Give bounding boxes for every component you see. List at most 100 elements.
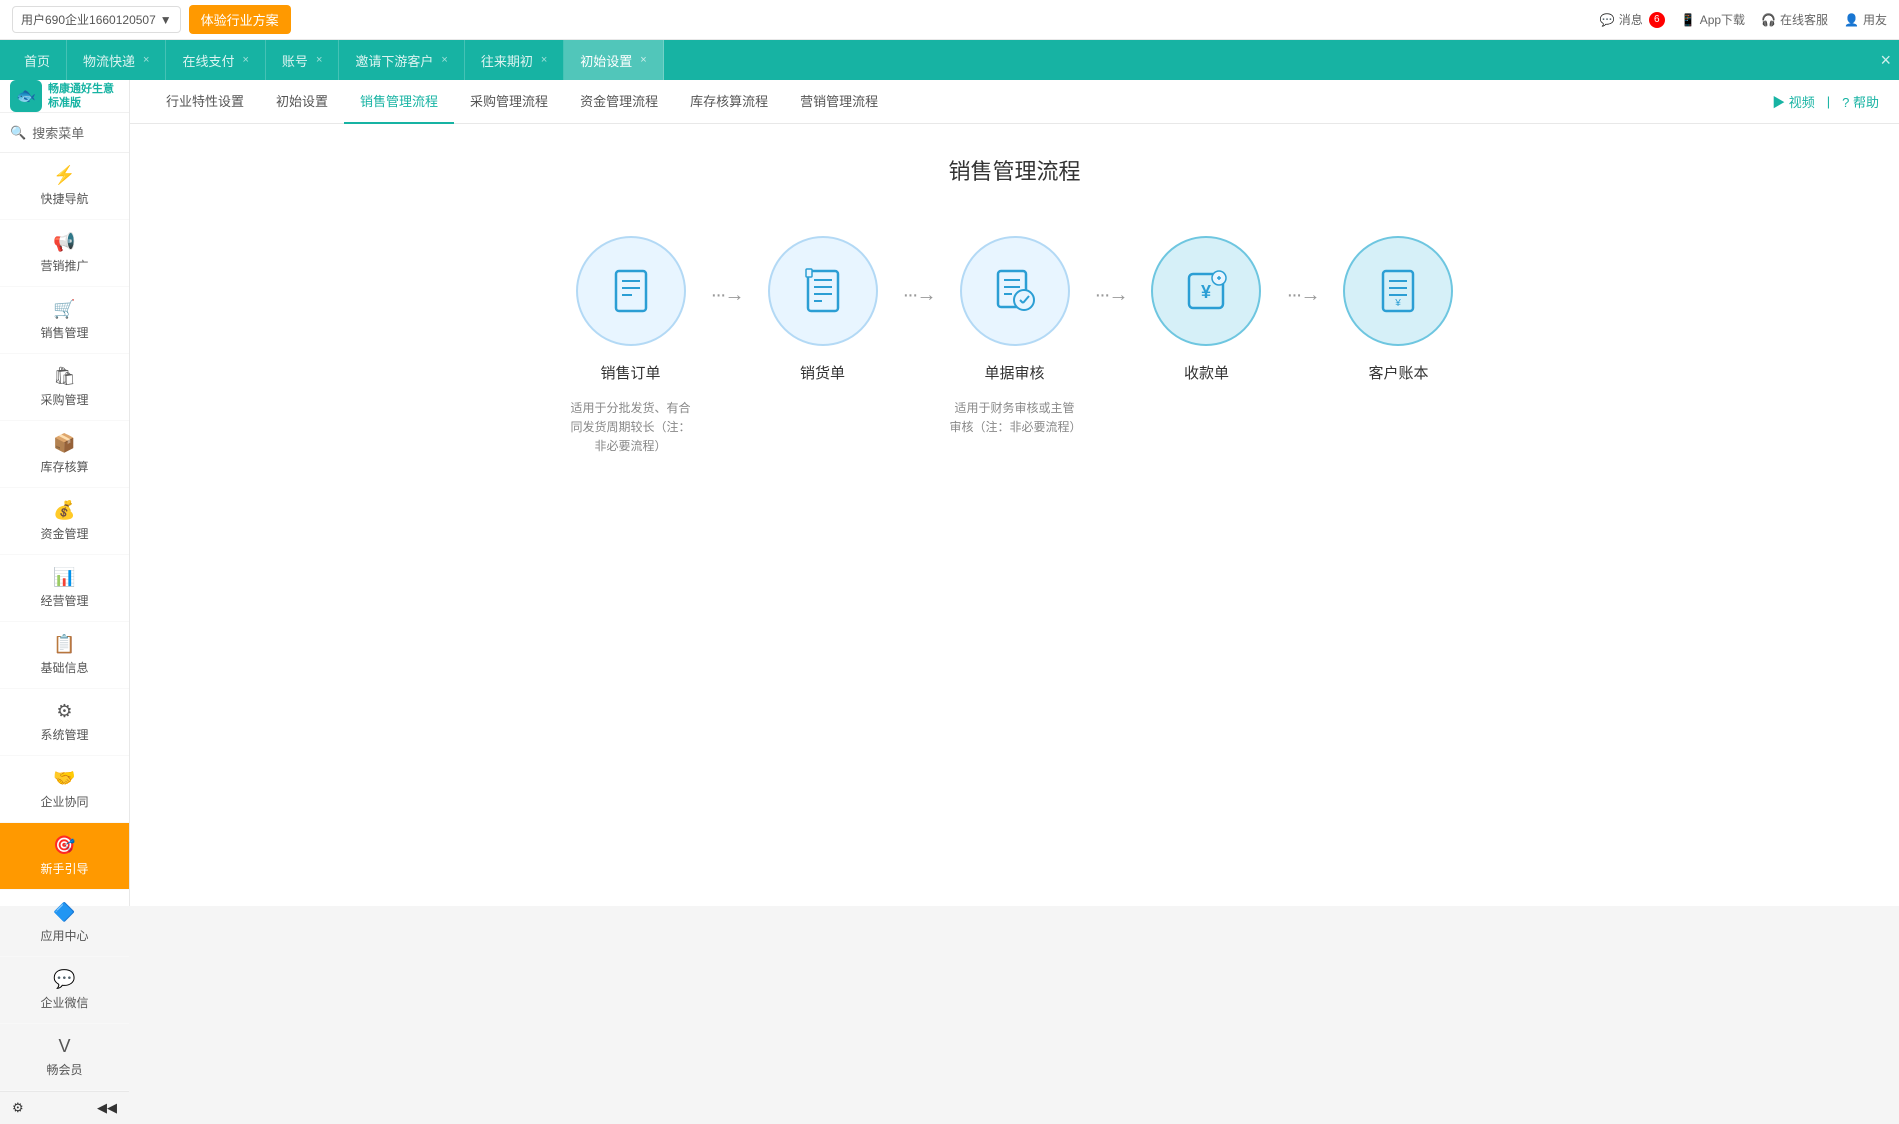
search-icon: 🔍 bbox=[10, 125, 26, 141]
sidebar-item-label: 新手引导 bbox=[40, 860, 88, 877]
subtab-sales-flow[interactable]: 销售管理流程 bbox=[344, 80, 454, 124]
subtab-sales-flow-label: 销售管理流程 bbox=[360, 91, 438, 110]
nav-tab-invite[interactable]: 邀请下游客户 × bbox=[339, 40, 464, 80]
user-avatar[interactable]: 👤 用友 bbox=[1844, 11, 1887, 28]
sidebar-item-sales[interactable]: 🛒 销售管理 bbox=[0, 287, 129, 354]
service-icon: 🎧 bbox=[1761, 13, 1776, 27]
sidebar-item-collab[interactable]: 🤝 企业协同 bbox=[0, 756, 129, 823]
video-link[interactable]: ▶ 视频 bbox=[1772, 92, 1815, 111]
sidebar-item-label: 库存核算 bbox=[40, 458, 88, 475]
flow-node-invoice: 销货单 bbox=[743, 236, 903, 399]
sub-tabs: 行业特性设置 初始设置 销售管理流程 采购管理流程 资金管理流程 库存核算流程 … bbox=[130, 80, 1899, 124]
subtab-inventory-flow-label: 库存核算流程 bbox=[690, 91, 768, 110]
flow-label-audit: 单据审核 bbox=[984, 362, 1044, 383]
sidebar-item-label: 经营管理 bbox=[40, 592, 88, 609]
system-icon: ⚙ bbox=[56, 701, 72, 722]
sidebar-item-label: 销售管理 bbox=[40, 324, 88, 341]
sidebar-item-wechat[interactable]: 💬 企业微信 bbox=[0, 957, 129, 1024]
sidebar-logo: 🐟 畅康通好生意 标准版 bbox=[0, 80, 129, 113]
subtab-finance-flow[interactable]: 资金管理流程 bbox=[564, 80, 674, 124]
nav-tab-home-label: 首页 bbox=[24, 51, 50, 70]
subtab-finance-flow-label: 资金管理流程 bbox=[580, 91, 658, 110]
close-icon[interactable]: × bbox=[316, 54, 322, 66]
sidebar-item-purchase[interactable]: 🛍 采购管理 bbox=[0, 354, 129, 421]
sidebar-item-marketing[interactable]: 📢 营销推广 bbox=[0, 220, 129, 287]
sidebar-item-label: 企业微信 bbox=[40, 994, 88, 1011]
help-link[interactable]: ? 帮助 bbox=[1842, 92, 1879, 111]
sidebar-item-appcenter[interactable]: 🔷 应用中心 bbox=[0, 890, 129, 957]
sidebar-item-label: 应用中心 bbox=[40, 927, 88, 944]
sidebar: 🐟 畅康通好生意 标准版 🔍 搜索菜单 ⚡ 快捷导航 📢 营销推广 🛒 销售管理… bbox=[0, 80, 130, 906]
sidebar-item-inventory[interactable]: 📦 库存核算 bbox=[0, 421, 129, 488]
top-bar-left: 用户690企业1660120507 ▼ 体验行业方案 bbox=[12, 5, 291, 34]
flow-arrow-4: ···→ bbox=[1286, 236, 1318, 307]
main-layout: 🐟 畅康通好生意 标准版 🔍 搜索菜单 ⚡ 快捷导航 📢 营销推广 🛒 销售管理… bbox=[0, 80, 1899, 906]
service-item[interactable]: 🎧 在线客服 bbox=[1761, 11, 1828, 28]
sidebar-item-label: 畅会员 bbox=[46, 1061, 82, 1078]
nav-tab-account-label: 账号 bbox=[282, 51, 308, 70]
message-badge: 6 bbox=[1649, 12, 1665, 28]
sidebar-item-member[interactable]: V 畅会员 bbox=[0, 1024, 129, 1091]
nav-tab-logistics[interactable]: 物流快递 × bbox=[67, 40, 166, 80]
nav-tab-home[interactable]: 首页 bbox=[8, 40, 67, 80]
app-download-item[interactable]: 📱 App下载 bbox=[1681, 11, 1745, 28]
close-all-button[interactable]: × bbox=[1880, 50, 1891, 71]
sidebar-item-system[interactable]: ⚙ 系统管理 bbox=[0, 689, 129, 756]
sidebar-item-basic[interactable]: 📋 基础信息 bbox=[0, 622, 129, 689]
settings-icon[interactable]: ⚙ bbox=[12, 1100, 24, 1116]
flow-desc-sales-order: 适用于分批发货、有合同发货周期较长（注：非必要流程） bbox=[566, 399, 696, 457]
subtab-init-label: 初始设置 bbox=[276, 91, 328, 110]
collapse-icon[interactable]: ◀◀ bbox=[97, 1100, 117, 1116]
sidebar-bottom: ⚙ ◀◀ bbox=[0, 1091, 129, 1124]
logo-icon: 🐟 bbox=[10, 80, 42, 112]
appcenter-icon: 🔷 bbox=[53, 902, 75, 923]
flow-arrow-2: ···→ bbox=[903, 236, 935, 307]
message-item[interactable]: 💬 消息 6 bbox=[1600, 11, 1665, 28]
sidebar-item-quicknav[interactable]: ⚡ 快捷导航 bbox=[0, 153, 129, 220]
flow-arrow-1: ···→ bbox=[711, 236, 743, 307]
sidebar-item-operation[interactable]: 📊 经营管理 bbox=[0, 555, 129, 622]
flow-node-sales-order: 销售订单 适用于分批发货、有合同发货周期较长（注：非必要流程） bbox=[551, 236, 711, 457]
subtab-industry-label: 行业特性设置 bbox=[166, 91, 244, 110]
top-bar-right: 💬 消息 6 📱 App下载 🎧 在线客服 👤 用友 bbox=[1600, 11, 1887, 28]
subtab-purchase-flow[interactable]: 采购管理流程 bbox=[454, 80, 564, 124]
top-bar: 用户690企业1660120507 ▼ 体验行业方案 💬 消息 6 📱 App下… bbox=[0, 0, 1899, 40]
flow-content: 销售管理流程 销售订单 适用于分批发货、有合同发货周期较长（注：非必要流程） bbox=[130, 124, 1899, 906]
subtab-init[interactable]: 初始设置 bbox=[260, 80, 344, 124]
subtab-marketing-flow[interactable]: 营销管理流程 bbox=[784, 80, 894, 124]
experience-button[interactable]: 体验行业方案 bbox=[189, 5, 291, 34]
nav-tab-account[interactable]: 账号 × bbox=[266, 40, 339, 80]
avatar-icon: 👤 bbox=[1844, 13, 1859, 27]
close-icon[interactable]: × bbox=[541, 54, 547, 66]
close-icon[interactable]: × bbox=[441, 54, 447, 66]
nav-tab-init[interactable]: 初始设置 × bbox=[564, 40, 663, 80]
sidebar-item-label: 资金管理 bbox=[40, 525, 88, 542]
subtab-inventory-flow[interactable]: 库存核算流程 bbox=[674, 80, 784, 124]
service-label: 在线客服 bbox=[1780, 11, 1828, 28]
flow-label-sales-order: 销售订单 bbox=[601, 362, 661, 383]
sidebar-search[interactable]: 🔍 搜索菜单 bbox=[0, 113, 129, 153]
nav-tab-init-label: 初始设置 bbox=[580, 51, 632, 70]
sidebar-item-label: 采购管理 bbox=[40, 391, 88, 408]
user-name: 用友 bbox=[1863, 11, 1887, 28]
close-icon[interactable]: × bbox=[640, 54, 646, 66]
sidebar-item-guide[interactable]: 🎯 新手引导 bbox=[0, 823, 129, 890]
sidebar-item-finance[interactable]: 💰 资金管理 bbox=[0, 488, 129, 555]
sidebar-item-label: 基础信息 bbox=[40, 659, 88, 676]
close-icon[interactable]: × bbox=[242, 54, 248, 66]
close-icon[interactable]: × bbox=[143, 54, 149, 66]
collab-icon: 🤝 bbox=[53, 768, 75, 789]
member-icon: V bbox=[58, 1036, 70, 1057]
nav-tab-payment[interactable]: 在线支付 × bbox=[166, 40, 265, 80]
nav-tab-invite-label: 邀请下游客户 bbox=[355, 51, 433, 70]
operation-icon: 📊 bbox=[53, 567, 75, 588]
subtabs-right: ▶ 视频 | ? 帮助 bbox=[1772, 92, 1879, 111]
nav-tab-period[interactable]: 往来期初 × bbox=[465, 40, 564, 80]
app-icon: 📱 bbox=[1681, 13, 1696, 27]
flow-desc-audit: 适用于财务审核或主管审核（注：非必要流程） bbox=[950, 399, 1080, 437]
user-selector[interactable]: 用户690企业1660120507 ▼ bbox=[12, 6, 181, 33]
flow-circle-audit bbox=[960, 236, 1070, 346]
subtab-industry[interactable]: 行业特性设置 bbox=[150, 80, 260, 124]
finance-icon: 💰 bbox=[53, 500, 75, 521]
flow-node-ledger: ¥ 客户账本 bbox=[1318, 236, 1478, 399]
